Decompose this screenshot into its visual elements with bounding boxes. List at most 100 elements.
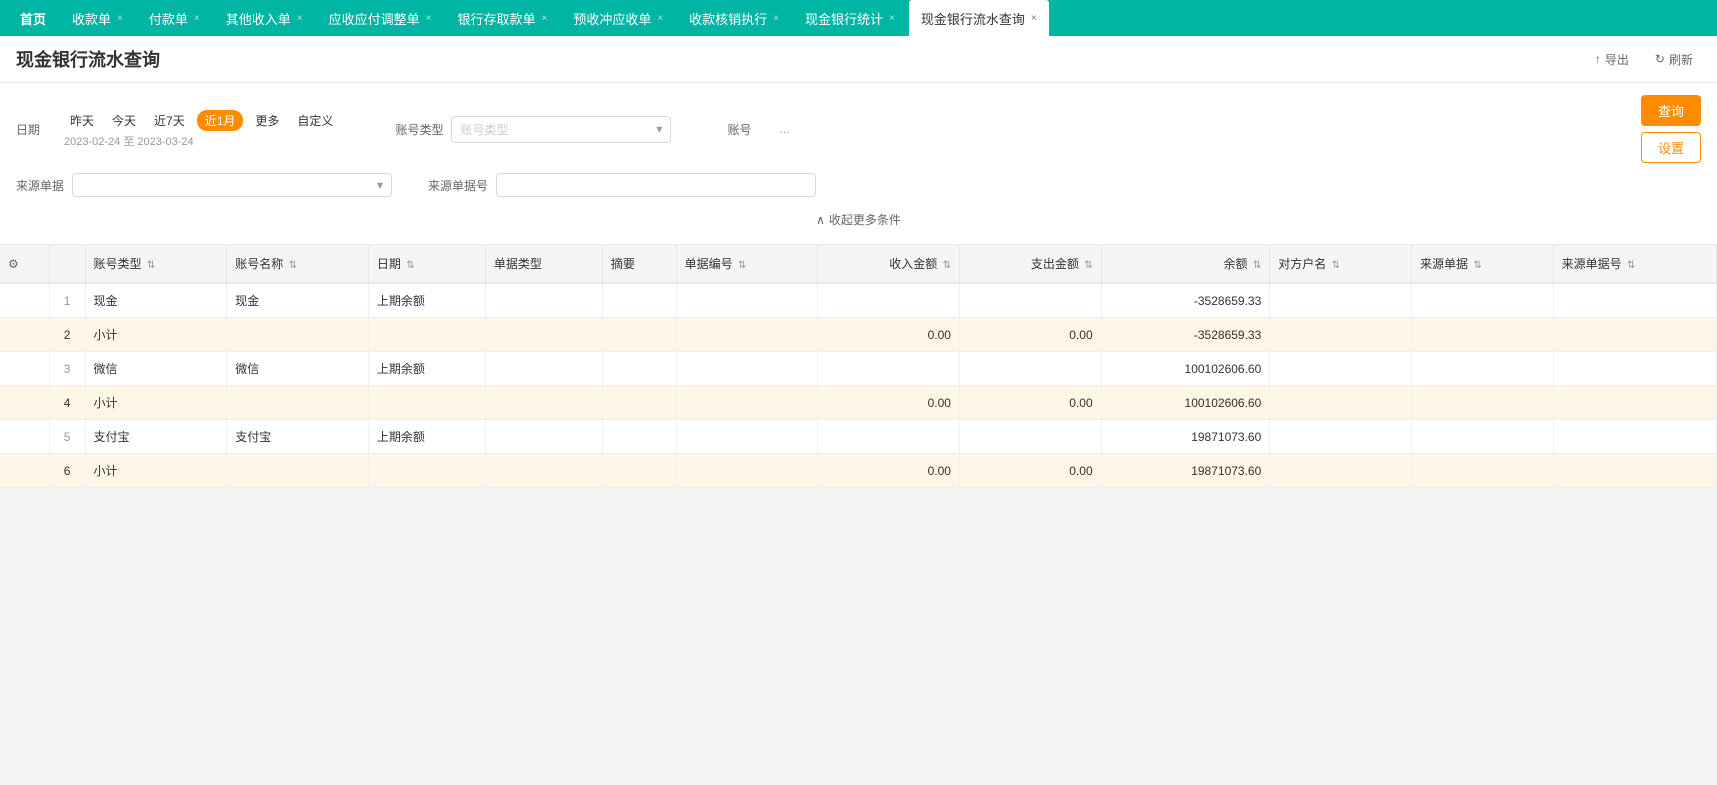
cell-account-name	[227, 318, 369, 352]
cell-account-type: 微信	[85, 352, 227, 386]
cell-account-name: 支付宝	[227, 420, 369, 454]
export-icon: ↑	[1595, 52, 1601, 66]
cell-counterpart	[1270, 352, 1412, 386]
dots-button[interactable]: ...	[775, 122, 793, 136]
gear-icon[interactable]: ⚙	[8, 257, 19, 271]
refresh-icon: ↻	[1655, 52, 1665, 66]
cell-income: 0.00	[818, 318, 960, 352]
col-date[interactable]: 日期 ⇅	[368, 245, 485, 283]
col-income[interactable]: 收入金额 ⇅	[818, 245, 960, 283]
sort-icon: ⇅	[1084, 260, 1092, 271]
cell-rownum: 1	[49, 283, 85, 318]
cell-source-doc	[1411, 352, 1553, 386]
cell-source-doc-num	[1553, 352, 1716, 386]
cell-doc-number	[676, 352, 818, 386]
close-icon[interactable]: ×	[426, 13, 432, 24]
cell-account-type: 小计	[85, 386, 227, 420]
cell-source-doc	[1411, 318, 1553, 352]
cell-account-name: 现金	[227, 283, 369, 318]
nav-tab-yingshouyingfu[interactable]: 应收应付调整单 ×	[317, 0, 444, 36]
nav-tab-xianjinyinhang-query[interactable]: 现金银行流水查询 ×	[909, 0, 1049, 36]
close-icon[interactable]: ×	[541, 13, 547, 24]
account-type-select[interactable]: 账号类型 ▾	[451, 116, 671, 143]
col-source-doc[interactable]: 来源单据 ⇅	[1411, 245, 1553, 283]
source-doc-select[interactable]: ▾	[72, 173, 392, 197]
sort-icon: ⇅	[738, 260, 746, 271]
close-icon[interactable]: ×	[889, 13, 895, 24]
cell-summary	[602, 420, 676, 454]
col-doc-number[interactable]: 单据编号 ⇅	[676, 245, 818, 283]
close-icon[interactable]: ×	[1031, 13, 1037, 24]
cell-source-doc-num	[1553, 454, 1716, 488]
nav-tab-shoukuanhexiao[interactable]: 收款核销执行 ×	[677, 0, 791, 36]
close-icon[interactable]: ×	[194, 13, 200, 24]
shortcut-1month[interactable]: 近1月	[197, 110, 244, 131]
cell-account-name	[227, 454, 369, 488]
action-buttons: 查询 设置	[1641, 95, 1701, 163]
cell-doc-number	[676, 318, 818, 352]
nav-tab-qitashouru[interactable]: 其他收入单 ×	[214, 0, 315, 36]
cell-settings	[0, 420, 49, 454]
filter-area: 日期 昨天 今天 近7天 近1月 更多 自定义 2023-02-24 至 202…	[0, 83, 1717, 245]
chevron-down-icon: ▾	[377, 178, 383, 192]
shortcut-today[interactable]: 今天	[106, 110, 142, 131]
cell-income: 0.00	[818, 386, 960, 420]
close-icon[interactable]: ×	[657, 13, 663, 24]
col-counterpart[interactable]: 对方户名 ⇅	[1270, 245, 1412, 283]
collapse-icon: ∧	[816, 213, 825, 227]
cell-rownum: 2	[49, 318, 85, 352]
close-icon[interactable]: ×	[773, 13, 779, 24]
nav-tab-shoukuandan[interactable]: 收款单 ×	[60, 0, 135, 36]
source-doc-num-label: 来源单据号	[428, 177, 488, 194]
cell-summary	[602, 318, 676, 352]
nav-tab-xianjinyinhang-stat[interactable]: 现金银行统计 ×	[793, 0, 907, 36]
cell-source-doc	[1411, 454, 1553, 488]
cell-balance: -3528659.33	[1101, 283, 1270, 318]
col-account-name[interactable]: 账号名称 ⇅	[227, 245, 369, 283]
cell-balance: 100102606.60	[1101, 386, 1270, 420]
cell-expense	[959, 420, 1101, 454]
cell-doc-type	[485, 386, 602, 420]
nav-tab-yushou[interactable]: 预收冲应收单 ×	[561, 0, 675, 36]
sort-icon: ⇅	[1473, 260, 1481, 271]
cell-expense	[959, 283, 1101, 318]
cell-income	[818, 352, 960, 386]
cell-doc-number	[676, 420, 818, 454]
query-button[interactable]: 查询	[1641, 95, 1701, 126]
col-expense[interactable]: 支出金额 ⇅	[959, 245, 1101, 283]
filter-row-2: 来源单据 ▾ 来源单据号	[16, 173, 1701, 197]
cell-source-doc-num	[1553, 283, 1716, 318]
cell-counterpart	[1270, 420, 1412, 454]
source-doc-num-filter-group: 来源单据号	[428, 173, 816, 197]
col-account-type[interactable]: 账号类型 ⇅	[85, 245, 227, 283]
cell-account-name	[227, 386, 369, 420]
cell-source-doc	[1411, 283, 1553, 318]
shortcut-yesterday[interactable]: 昨天	[64, 110, 100, 131]
settings-button[interactable]: 设置	[1641, 132, 1701, 163]
nav-tab-yinhangcunqu[interactable]: 银行存取款单 ×	[445, 0, 559, 36]
cell-income: 0.00	[818, 454, 960, 488]
shortcut-7days[interactable]: 近7天	[148, 110, 191, 131]
cell-source-doc	[1411, 420, 1553, 454]
shortcut-more[interactable]: 更多	[249, 110, 285, 131]
source-doc-num-input[interactable]	[496, 173, 816, 197]
collapse-bar[interactable]: ∧ 收起更多条件	[16, 207, 1701, 232]
export-button[interactable]: ↑ 导出	[1587, 47, 1637, 72]
close-icon[interactable]: ×	[297, 13, 303, 24]
close-icon[interactable]: ×	[117, 13, 123, 24]
source-doc-filter-group: 来源单据 ▾	[16, 173, 392, 197]
sort-icon: ⇅	[1627, 260, 1635, 271]
cell-summary	[602, 352, 676, 386]
cell-doc-number	[676, 454, 818, 488]
top-navigation: 首页 收款单 × 付款单 × 其他收入单 × 应收应付调整单 × 银行存取款单 …	[0, 0, 1717, 36]
col-settings[interactable]: ⚙	[0, 245, 49, 283]
col-summary: 摘要	[602, 245, 676, 283]
shortcut-custom[interactable]: 自定义	[291, 110, 339, 131]
nav-home[interactable]: 首页	[8, 0, 58, 36]
nav-tab-fukuandan[interactable]: 付款单 ×	[137, 0, 212, 36]
cell-counterpart	[1270, 283, 1412, 318]
col-source-doc-num[interactable]: 来源单据号 ⇅	[1553, 245, 1716, 283]
refresh-button[interactable]: ↻ 刷新	[1647, 47, 1701, 72]
col-balance[interactable]: 余额 ⇅	[1101, 245, 1270, 283]
cell-source-doc-num	[1553, 386, 1716, 420]
